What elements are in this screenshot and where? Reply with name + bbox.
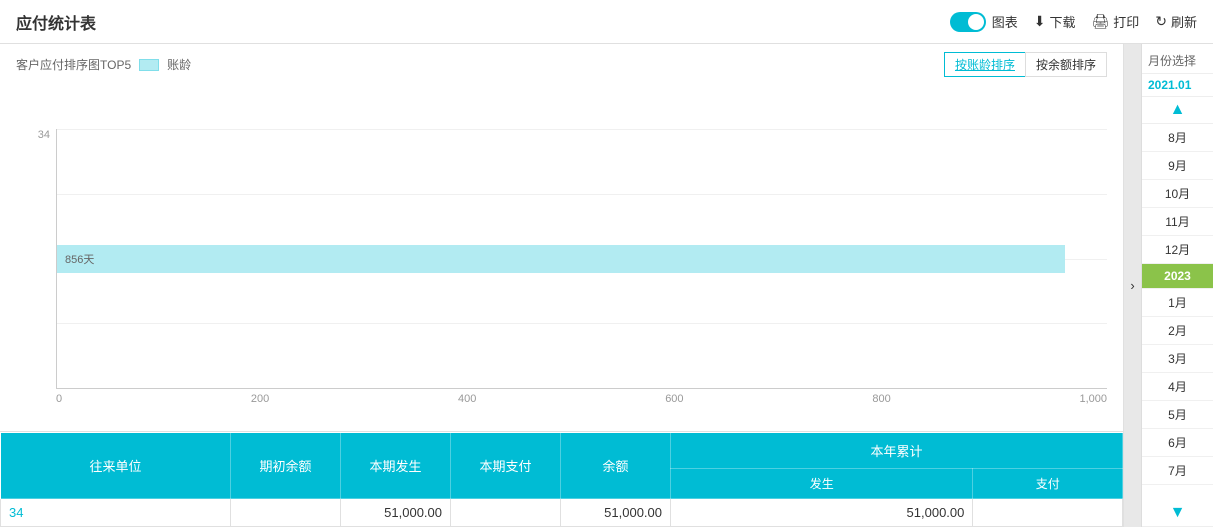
col-header-supplier: 往来单位: [1, 433, 231, 499]
cell-pay: [451, 499, 561, 527]
bar-chart-container: 34: [0, 85, 1123, 431]
grid-line-25: [57, 194, 1107, 195]
month-item-apr[interactable]: 4月: [1142, 373, 1213, 401]
month-item-may[interactable]: 5月: [1142, 401, 1213, 429]
y-label-34: 34: [38, 129, 50, 141]
refresh-button[interactable]: ↻ 刷新: [1155, 12, 1197, 31]
col-header-ytd: 本年累计: [671, 433, 1123, 469]
print-icon: 🖨: [1091, 13, 1109, 30]
month-item-jul[interactable]: 7月: [1142, 457, 1213, 485]
bar-fill: [57, 245, 1065, 273]
chart-legend: 客户应付排序图TOP5 账龄: [16, 56, 191, 73]
sidebar: › 月份选择 2021.01 ▲ 8月 9月 10月 11月 12月 2023 …: [1123, 44, 1213, 527]
cell-occur: 51,000.00: [341, 499, 451, 527]
bar-row: 856天: [57, 245, 1107, 273]
header: 应付统计表 图表 ⬇ 下载 🖨 打印 ↻ 刷新: [0, 0, 1213, 44]
data-table: 往来单位 期初余额 本期发生 本期支付 余额 本年累计 发生 支付: [0, 432, 1123, 527]
cell-balance: 51,000.00: [561, 499, 671, 527]
sort-by-amount-button[interactable]: 按余额排序: [1025, 52, 1107, 77]
print-label: 打印: [1113, 12, 1139, 31]
month-list: 8月 9月 10月 11月 12月 2023 1月 2月 3月 4月 5月 6月…: [1142, 124, 1213, 500]
col-header-ytd-occur: 发生: [671, 469, 973, 499]
chart-inner: 34: [16, 129, 1107, 389]
cell-ytd-occur: 51,000.00: [671, 499, 973, 527]
sidebar-nav-down[interactable]: ▼: [1142, 500, 1213, 527]
month-item-sep[interactable]: 9月: [1142, 152, 1213, 180]
cell-ytd-pay: [973, 499, 1123, 527]
cell-supplier: 34: [1, 499, 231, 527]
legend-title: 客户应付排序图TOP5: [16, 56, 131, 73]
cell-opening: [231, 499, 341, 527]
legend-box: [139, 59, 159, 71]
legend-box-label: 账龄: [167, 56, 191, 73]
download-icon: ⬇: [1034, 13, 1046, 30]
sidebar-content: 月份选择 2021.01 ▲ 8月 9月 10月 11月 12月 2023 1月…: [1142, 44, 1213, 527]
chart-toggle-label: 图表: [992, 12, 1018, 31]
bar-label-right: 856天: [65, 251, 94, 267]
x-label-800: 800: [872, 393, 890, 405]
month-item-jan[interactable]: 1月: [1142, 289, 1213, 317]
month-item-aug[interactable]: 8月: [1142, 124, 1213, 152]
sidebar-title: 月份选择: [1142, 44, 1213, 74]
col-header-occur: 本期发生: [341, 433, 451, 499]
chart-toggle-group: 图表: [950, 12, 1018, 32]
y-axis: 34: [16, 129, 56, 389]
supplier-link[interactable]: 34: [9, 505, 23, 520]
chevron-down-icon: ▼: [1170, 504, 1186, 521]
col-header-pay: 本期支付: [451, 433, 561, 499]
refresh-label: 刷新: [1171, 12, 1197, 31]
sidebar-year[interactable]: 2021.01: [1142, 74, 1213, 97]
download-label: 下载: [1049, 12, 1075, 31]
month-item-jun[interactable]: 6月: [1142, 429, 1213, 457]
x-label-600: 600: [665, 393, 683, 405]
month-item-nov[interactable]: 11月: [1142, 208, 1213, 236]
month-item-feb[interactable]: 2月: [1142, 317, 1213, 345]
x-label-1000: 1,000: [1079, 393, 1107, 405]
chart-area: 客户应付排序图TOP5 账龄 按账龄排序 按余额排序 34: [0, 44, 1123, 527]
download-button[interactable]: ⬇ 下载: [1034, 12, 1076, 31]
chart-toggle[interactable]: [950, 12, 986, 32]
month-item-oct[interactable]: 10月: [1142, 180, 1213, 208]
collapse-icon: ›: [1130, 278, 1134, 293]
bar-chart: 34: [16, 85, 1107, 405]
print-button[interactable]: 🖨 打印: [1091, 12, 1139, 31]
chart-sort-buttons: 按账龄排序 按余额排序: [944, 52, 1107, 77]
col-header-ytd-pay: 支付: [973, 469, 1123, 499]
x-label-200: 200: [251, 393, 269, 405]
header-actions: 图表 ⬇ 下载 🖨 打印 ↻ 刷新: [950, 12, 1197, 32]
month-item-mar[interactable]: 3月: [1142, 345, 1213, 373]
table-row: 34 51,000.00 51,000.00 51,000.00: [1, 499, 1123, 527]
grid-line-top: [57, 129, 1107, 130]
table-header-row: 往来单位 期初余额 本期发生 本期支付 余额 本年累计: [1, 433, 1123, 469]
main-content: 客户应付排序图TOP5 账龄 按账龄排序 按余额排序 34: [0, 44, 1213, 527]
month-item-2023[interactable]: 2023: [1142, 264, 1213, 289]
x-label-400: 400: [458, 393, 476, 405]
col-header-balance: 余额: [561, 433, 671, 499]
sidebar-nav-up[interactable]: ▲: [1142, 97, 1213, 124]
chart-bars-area: 856天: [56, 129, 1107, 389]
page-title: 应付统计表: [16, 10, 96, 34]
sidebar-collapse-button[interactable]: ›: [1124, 44, 1142, 527]
col-header-opening: 期初余额: [231, 433, 341, 499]
month-item-dec[interactable]: 12月: [1142, 236, 1213, 264]
table-area: 往来单位 期初余额 本期发生 本期支付 余额 本年累计 发生 支付: [0, 431, 1123, 527]
sort-by-balance-button[interactable]: 按账龄排序: [944, 52, 1025, 77]
app-container: 应付统计表 图表 ⬇ 下载 🖨 打印 ↻ 刷新: [0, 0, 1213, 527]
grid-line-75: [57, 323, 1107, 324]
chart-header: 客户应付排序图TOP5 账龄 按账龄排序 按余额排序: [0, 44, 1123, 85]
refresh-icon: ↻: [1155, 13, 1167, 30]
x-axis: 0 200 400 600 800 1,000: [16, 389, 1107, 405]
x-label-0: 0: [56, 393, 62, 405]
chevron-up-icon: ▲: [1170, 101, 1186, 118]
